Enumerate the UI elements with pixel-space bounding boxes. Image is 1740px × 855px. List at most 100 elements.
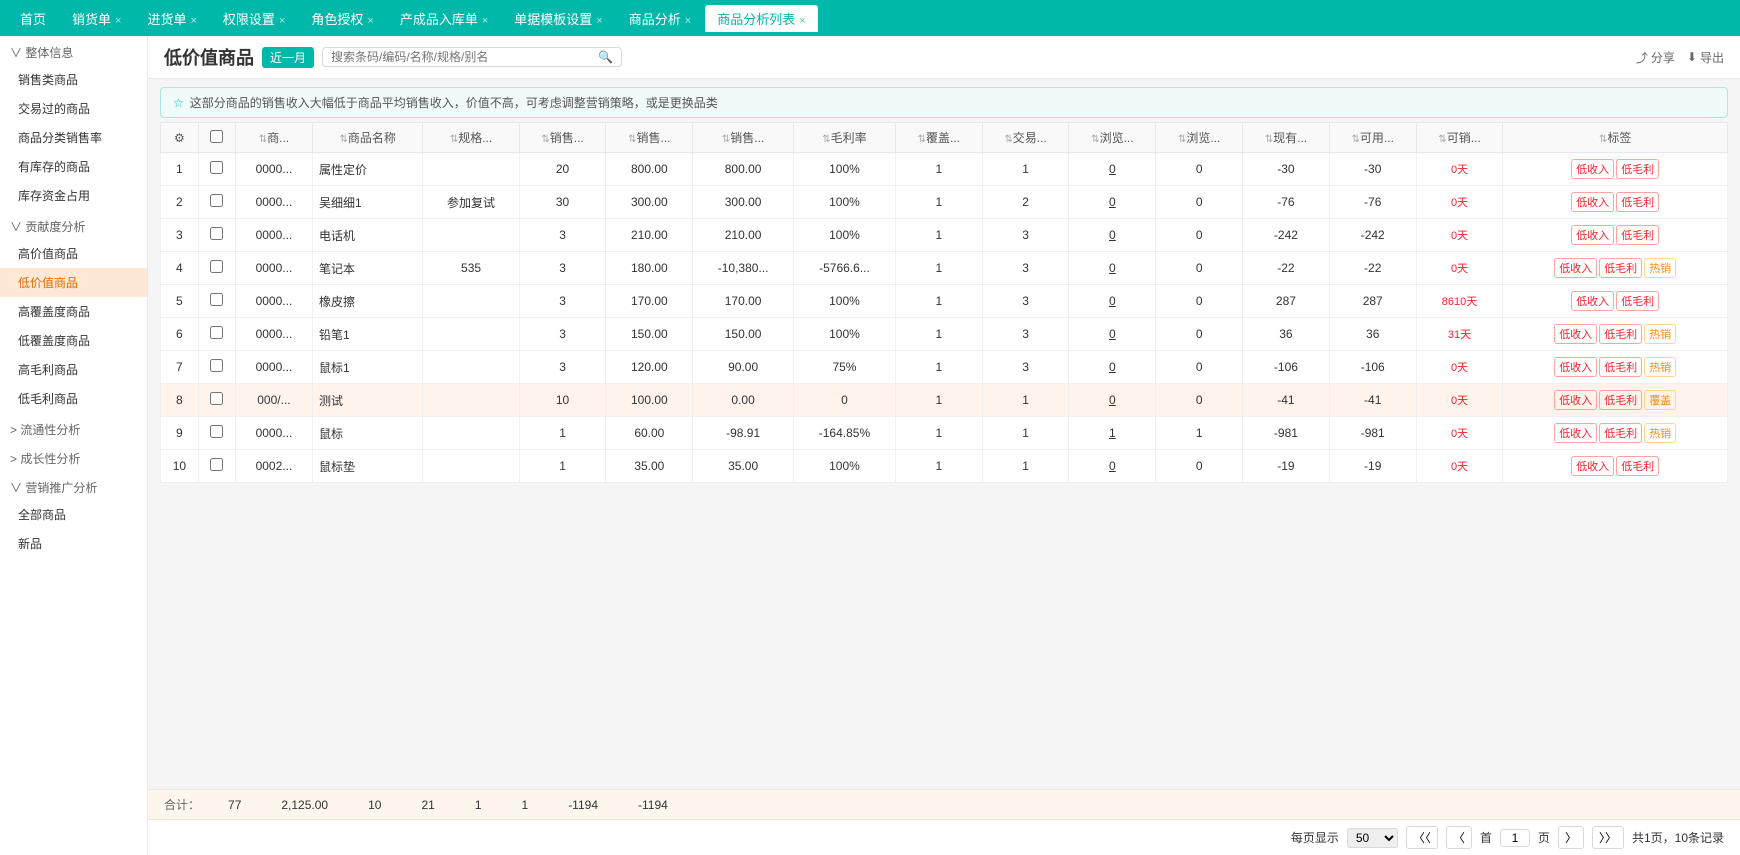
row-browse1[interactable]: 0	[1069, 186, 1156, 219]
row-checkbox[interactable]	[198, 153, 235, 186]
sort-icon[interactable]: ⇅	[1091, 134, 1099, 145]
col-header-name[interactable]: ⇅商品名称	[313, 123, 423, 153]
sidebar-item-高覆盖度商品[interactable]: 高覆盖度商品	[0, 297, 147, 326]
col-header-margin[interactable]: ⇅毛利率	[794, 123, 896, 153]
sidebar-section-title[interactable]: ∨ 整体信息	[0, 36, 147, 65]
col-header-sales_avg[interactable]: ⇅销售...	[693, 123, 794, 153]
sort-icon[interactable]: ⇅	[822, 134, 830, 145]
nav-close-icon[interactable]: ×	[482, 15, 488, 27]
row-checkbox[interactable]	[198, 252, 235, 285]
nav-item-单据模板设置[interactable]: 单据模板设置×	[502, 5, 614, 32]
row-checkbox[interactable]	[198, 285, 235, 318]
nav-close-icon[interactable]: ×	[596, 15, 602, 27]
row-checkbox[interactable]	[198, 351, 235, 384]
row-checkbox[interactable]	[198, 417, 235, 450]
filter-recent-month-button[interactable]: 近一月	[262, 47, 314, 68]
first-page-button[interactable]: 〈〈	[1406, 826, 1438, 849]
col-header-saleable[interactable]: ⇅可销...	[1416, 123, 1503, 153]
col-header-code[interactable]: ⇅商...	[235, 123, 312, 153]
nav-close-icon[interactable]: ×	[799, 15, 805, 27]
nav-close-icon[interactable]: ×	[367, 15, 373, 27]
sidebar-item-全部商品[interactable]: 全部商品	[0, 500, 147, 529]
sidebar-section-title[interactable]: > 成长性分析	[0, 442, 147, 471]
next-page-button[interactable]: 〉	[1558, 826, 1584, 849]
col-header-browse2[interactable]: ⇅浏览...	[1156, 123, 1243, 153]
row-browse1[interactable]: 0	[1069, 318, 1156, 351]
col-header-coverage[interactable]: ⇅覆盖...	[895, 123, 982, 153]
sidebar-item-高价值商品[interactable]: 高价值商品	[0, 239, 147, 268]
sort-icon[interactable]: ⇅	[259, 134, 267, 145]
last-page-button[interactable]: 〉〉	[1592, 826, 1624, 849]
nav-item-首页[interactable]: 首页	[8, 5, 58, 32]
sidebar-item-低毛利商品[interactable]: 低毛利商品	[0, 384, 147, 413]
nav-item-商品分析[interactable]: 商品分析×	[617, 5, 703, 32]
sort-icon[interactable]: ⇅	[722, 134, 730, 145]
col-header-trade[interactable]: ⇅交易...	[982, 123, 1069, 153]
sort-icon[interactable]: ⇅	[1438, 134, 1446, 145]
sort-icon[interactable]: ⇅	[1004, 134, 1012, 145]
col-header-sales_amt[interactable]: ⇅销售...	[606, 123, 693, 153]
row-browse1[interactable]: 0	[1069, 450, 1156, 483]
nav-item-进货单[interactable]: 进货单×	[135, 5, 208, 32]
col-header-tag[interactable]: ⇅标签	[1503, 123, 1728, 153]
sidebar-section-title[interactable]: ∨ 贡献度分析	[0, 210, 147, 239]
search-icon[interactable]: 🔍	[598, 50, 613, 64]
sidebar-item-新品[interactable]: 新品	[0, 529, 147, 558]
share-button[interactable]: ⤴ 分享	[1636, 49, 1675, 66]
col-header-browse1[interactable]: ⇅浏览...	[1069, 123, 1156, 153]
row-browse1[interactable]: 0	[1069, 252, 1156, 285]
row-checkbox[interactable]	[198, 384, 235, 417]
sidebar-item-高毛利商品[interactable]: 高毛利商品	[0, 355, 147, 384]
sidebar-item-低价值商品[interactable]: 低价值商品	[0, 268, 147, 297]
sort-icon[interactable]: ⇅	[541, 134, 549, 145]
col-header-sales_qty[interactable]: ⇅销售...	[519, 123, 606, 153]
row-checkbox[interactable]	[198, 219, 235, 252]
row-checkbox[interactable]	[198, 318, 235, 351]
col-header-current[interactable]: ⇅现有...	[1243, 123, 1330, 153]
sidebar-item-商品分类销售率[interactable]: 商品分类销售率	[0, 123, 147, 152]
nav-item-角色授权[interactable]: 角色授权×	[299, 5, 385, 32]
search-input[interactable]	[331, 50, 598, 64]
nav-item-产成品入库单[interactable]: 产成品入库单×	[388, 5, 500, 32]
nav-close-icon[interactable]: ×	[279, 15, 285, 27]
sort-icon[interactable]: ⇅	[340, 134, 348, 145]
sort-icon[interactable]: ⇅	[918, 134, 926, 145]
row-browse1[interactable]: 0	[1069, 351, 1156, 384]
row-browse1[interactable]: 0	[1069, 219, 1156, 252]
sort-icon[interactable]: ⇅	[628, 134, 636, 145]
nav-close-icon[interactable]: ×	[115, 15, 121, 27]
col-header-available[interactable]: ⇅可用...	[1329, 123, 1416, 153]
sort-icon[interactable]: ⇅	[1265, 134, 1273, 145]
row-checkbox[interactable]	[198, 186, 235, 219]
nav-close-icon[interactable]: ×	[190, 15, 196, 27]
per-page-select[interactable]: 50 100 200	[1347, 828, 1398, 848]
sidebar-item-低覆盖度商品[interactable]: 低覆盖度商品	[0, 326, 147, 355]
nav-item-商品分析列表[interactable]: 商品分析列表×	[705, 5, 817, 32]
nav-item-销货单[interactable]: 销货单×	[60, 5, 133, 32]
row-browse1[interactable]: 0	[1069, 153, 1156, 186]
export-button[interactable]: ⬇ 导出	[1687, 49, 1724, 66]
col-header-settings[interactable]: ⚙	[161, 123, 199, 153]
nav-close-icon[interactable]: ×	[685, 15, 691, 27]
row-browse1[interactable]: 1	[1069, 417, 1156, 450]
sidebar-item-有库存的商品[interactable]: 有库存的商品	[0, 152, 147, 181]
sort-icon[interactable]: ⇅	[1178, 134, 1186, 145]
select-all-checkbox[interactable]	[210, 130, 223, 143]
sidebar-item-交易过的商品[interactable]: 交易过的商品	[0, 94, 147, 123]
sidebar-item-库存资金占用[interactable]: 库存资金占用	[0, 181, 147, 210]
page-number-input[interactable]	[1500, 829, 1530, 847]
nav-item-权限设置[interactable]: 权限设置×	[211, 5, 297, 32]
sort-icon[interactable]: ⇅	[1352, 134, 1360, 145]
prev-page-button[interactable]: 〈	[1446, 826, 1472, 849]
row-browse1[interactable]: 0	[1069, 384, 1156, 417]
sidebar-section-title[interactable]: > 流通性分析	[0, 413, 147, 442]
row-browse1[interactable]: 0	[1069, 285, 1156, 318]
sidebar-item-销售类商品[interactable]: 销售类商品	[0, 65, 147, 94]
row-checkbox[interactable]	[198, 450, 235, 483]
sidebar-section-title[interactable]: ∨ 营销推广分析	[0, 471, 147, 500]
col-header-spec[interactable]: ⇅规格...	[423, 123, 519, 153]
col-header-checkbox[interactable]	[198, 123, 235, 153]
sort-icon[interactable]: ⇅	[450, 134, 458, 145]
sort-icon[interactable]: ⇅	[1599, 134, 1607, 145]
settings-icon[interactable]: ⚙	[174, 131, 185, 145]
